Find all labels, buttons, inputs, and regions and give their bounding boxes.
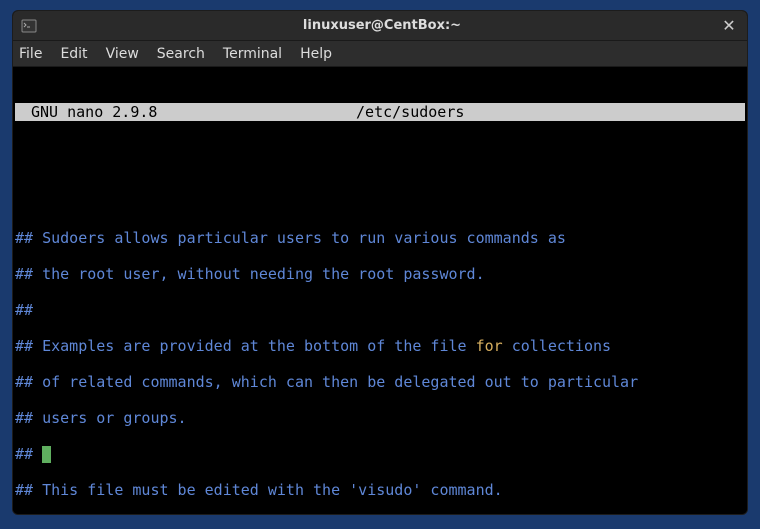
menu-help[interactable]: Help xyxy=(300,46,332,62)
terminal-window: linuxuser@CentBox:~ ✕ File Edit View Sea… xyxy=(12,10,748,515)
comment-line: ## Sudoers allows particular users to ru… xyxy=(15,229,566,247)
menu-view[interactable]: View xyxy=(106,46,139,62)
close-button[interactable]: ✕ xyxy=(719,18,739,34)
window-title: linuxuser@CentBox:~ xyxy=(45,18,719,33)
comment-line: ## This file must be edited with the 'vi… xyxy=(15,481,503,499)
comment-line: ## xyxy=(15,301,33,319)
menu-file[interactable]: File xyxy=(19,46,42,62)
comment-line: ## xyxy=(15,445,42,463)
nano-filename: /etc/sudoers xyxy=(157,103,743,121)
comment-line: ## Examples are provided at the bottom o… xyxy=(15,337,476,355)
nano-program: GNU nano 2.9.8 xyxy=(17,103,157,121)
comment-line: collections xyxy=(503,337,611,355)
comment-line: ## of related commands, which can then b… xyxy=(15,373,638,391)
comment-line: ## the root user, without needing the ro… xyxy=(15,265,485,283)
menubar: File Edit View Search Terminal Help xyxy=(13,41,747,67)
menu-edit[interactable]: Edit xyxy=(60,46,87,62)
terminal-area[interactable]: GNU nano 2.9.8 /etc/sudoers ## Sudoers a… xyxy=(13,67,747,514)
menu-terminal[interactable]: Terminal xyxy=(223,46,282,62)
cursor xyxy=(42,446,51,463)
comment-line: ## users or groups. xyxy=(15,409,187,427)
keyword: for xyxy=(476,337,503,355)
nano-header: GNU nano 2.9.8 /etc/sudoers xyxy=(15,103,745,121)
titlebar: linuxuser@CentBox:~ ✕ xyxy=(13,11,747,41)
editor-content: ## Sudoers allows particular users to ru… xyxy=(15,211,745,514)
terminal-icon xyxy=(21,18,37,34)
menu-search[interactable]: Search xyxy=(157,46,205,62)
